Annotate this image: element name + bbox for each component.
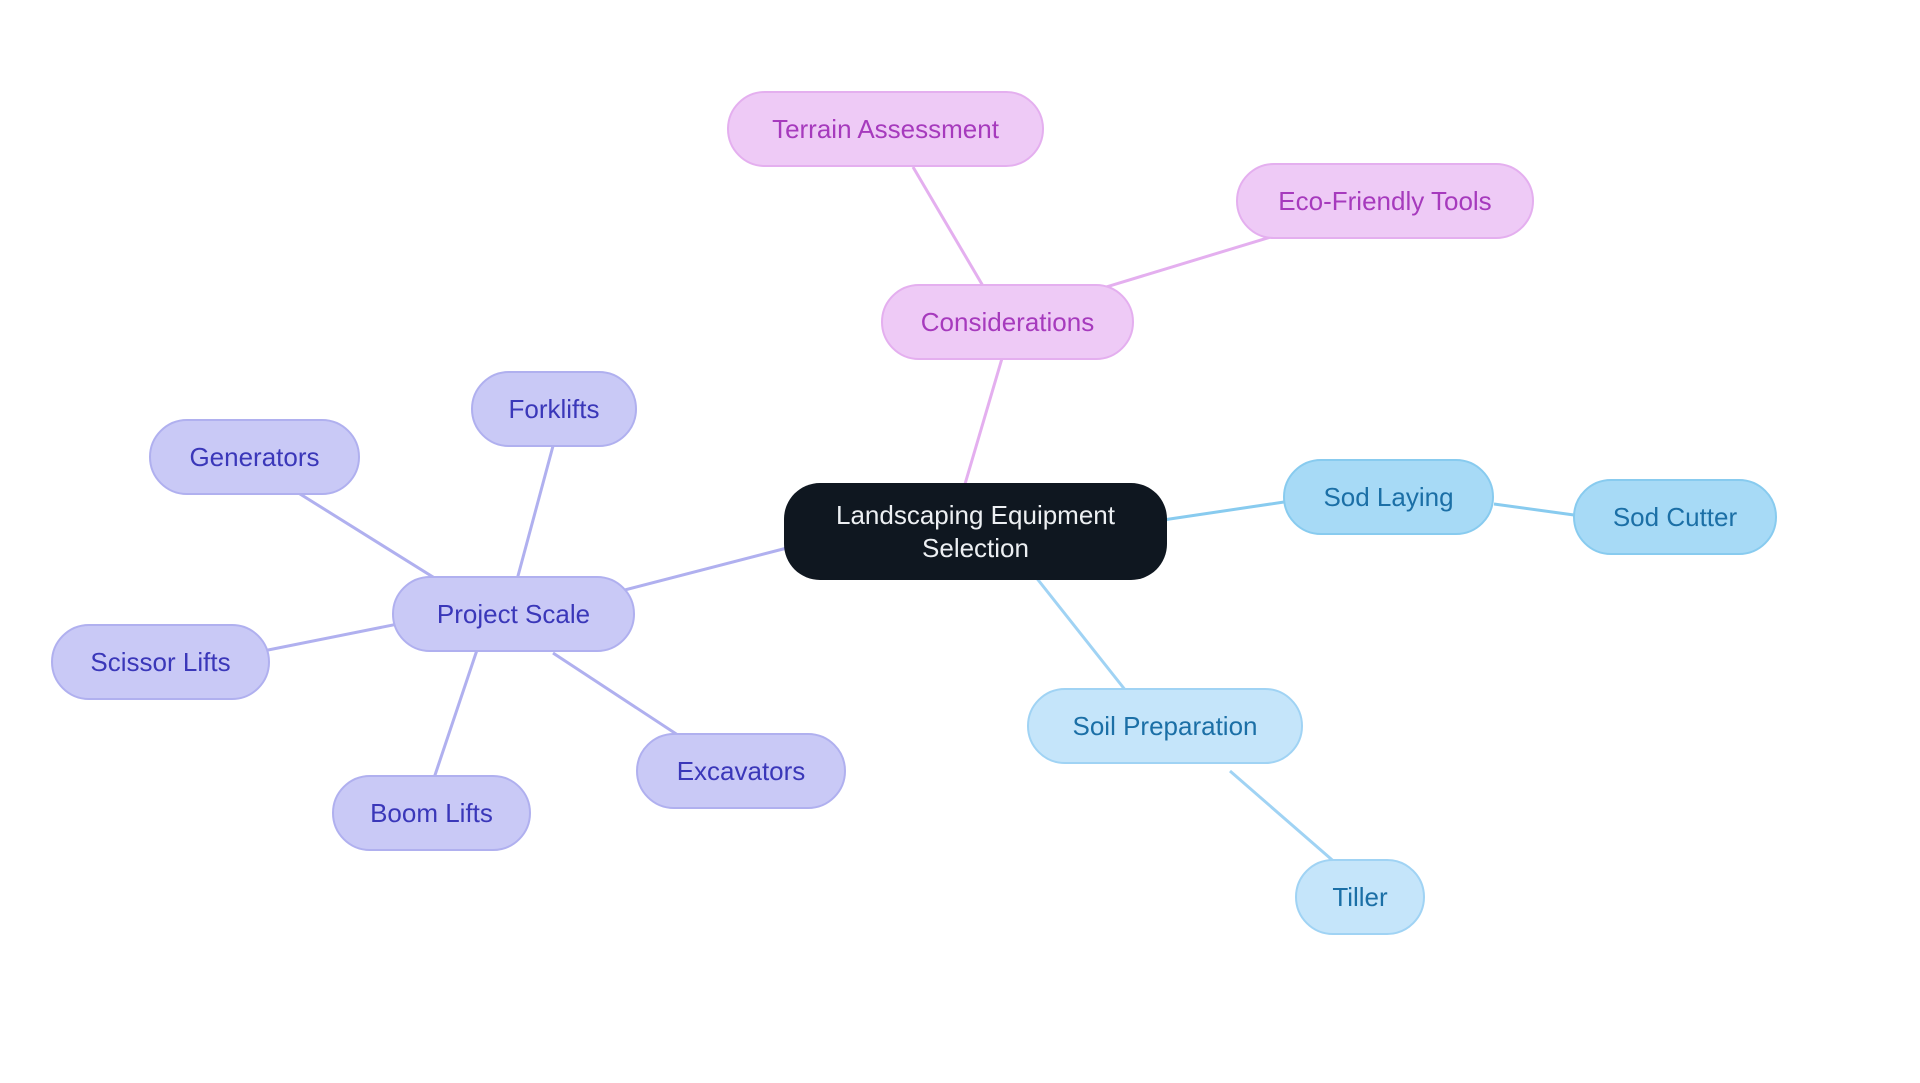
sodlaying-label: Sod Laying [1323,481,1453,514]
node-generators[interactable]: Generators [149,419,360,495]
sodcutter-label: Sod Cutter [1613,501,1737,534]
edge-root-projectscale [609,548,787,594]
considerations-label: Considerations [921,306,1094,339]
node-considerations[interactable]: Considerations [881,284,1134,360]
node-forklifts[interactable]: Forklifts [471,371,637,447]
soilprep-label: Soil Preparation [1073,710,1258,743]
edge-root-considerations [965,355,1003,484]
node-tiller[interactable]: Tiller [1295,859,1425,935]
projectscale-label: Project Scale [437,598,590,631]
node-scissor-lifts[interactable]: Scissor Lifts [51,624,270,700]
mindmap-canvas: Landscaping Equipment Selection Consider… [0,0,1920,1083]
edge-projectscale-forklifts [515,446,553,587]
edge-projectscale-boom [432,650,477,784]
edge-sodlaying-cutter [1494,504,1574,515]
edge-considerations-terrain [913,167,983,286]
node-boom-lifts[interactable]: Boom Lifts [332,775,531,851]
tiller-label: Tiller [1332,881,1387,914]
boom-label: Boom Lifts [370,797,493,830]
forklifts-label: Forklifts [509,393,600,426]
node-excavators[interactable]: Excavators [636,733,846,809]
node-sod-cutter[interactable]: Sod Cutter [1573,479,1777,555]
root-node[interactable]: Landscaping Equipment Selection [784,483,1167,580]
eco-label: Eco-Friendly Tools [1278,185,1491,218]
root-label: Landscaping Equipment Selection [814,499,1137,564]
edge-root-soilprep [1035,576,1126,691]
node-sod-laying[interactable]: Sod Laying [1283,459,1494,535]
edge-root-sodlaying [1163,502,1284,520]
terrain-label: Terrain Assessment [772,113,999,146]
edge-soilprep-tiller [1230,771,1346,872]
scissor-label: Scissor Lifts [90,646,230,679]
node-project-scale[interactable]: Project Scale [392,576,635,652]
node-soil-preparation[interactable]: Soil Preparation [1027,688,1303,764]
node-terrain-assessment[interactable]: Terrain Assessment [727,91,1044,167]
excavators-label: Excavators [677,755,806,788]
generators-label: Generators [189,441,319,474]
edge-projectscale-excavators [553,653,693,745]
node-eco-friendly-tools[interactable]: Eco-Friendly Tools [1236,163,1534,239]
